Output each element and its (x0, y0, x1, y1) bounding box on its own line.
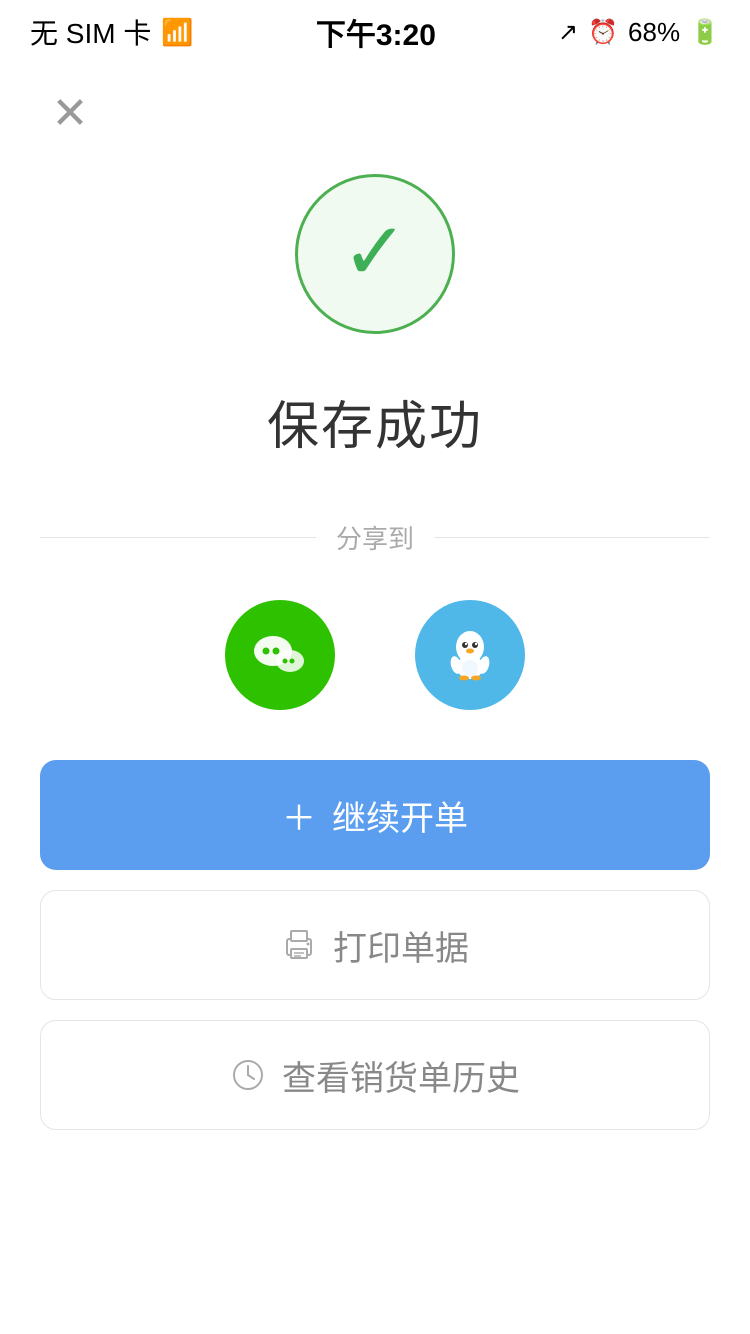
battery-icon: 🔋 (690, 18, 720, 47)
battery-text: 68% (628, 17, 680, 48)
close-icon: ✕ (52, 92, 89, 136)
status-left: 无 SIM 卡 📶 (30, 12, 194, 52)
wifi-icon: 📶 (161, 17, 193, 48)
main-content: ✕ ✓ 保存成功 分享到 (0, 64, 750, 1170)
success-title: 保存成功 (267, 384, 483, 459)
success-circle: ✓ (295, 174, 455, 334)
close-button[interactable]: ✕ (40, 84, 100, 144)
qq-share-button[interactable] (415, 600, 525, 710)
status-right: ↗ ⏰ 68% 🔋 (558, 17, 720, 48)
share-section: 分享到 (40, 519, 710, 710)
divider-right (434, 537, 710, 538)
share-label: 分享到 (316, 519, 434, 556)
print-button-label: 打印单据 (333, 921, 469, 970)
history-icon (230, 1057, 266, 1093)
print-button[interactable]: 打印单据 (40, 890, 710, 1000)
status-time: 下午3:20 (316, 10, 436, 54)
history-button[interactable]: 查看销货单历史 (40, 1020, 710, 1130)
location-icon: ↗ (558, 18, 578, 47)
share-divider: 分享到 (40, 519, 710, 556)
print-icon (281, 927, 317, 963)
plus-icon: ＋ (282, 791, 316, 840)
continue-button[interactable]: ＋ 继续开单 (40, 760, 710, 870)
continue-button-label: 继续开单 (332, 791, 468, 840)
wechat-icon (248, 623, 313, 688)
sim-text: 无 SIM 卡 (30, 12, 151, 52)
qq-icon (440, 625, 500, 685)
wechat-share-button[interactable] (225, 600, 335, 710)
alarm-icon: ⏰ (588, 18, 618, 47)
checkmark-icon: ✓ (341, 212, 408, 292)
divider-left (40, 537, 316, 538)
history-button-label: 查看销货单历史 (282, 1051, 520, 1100)
share-icons (40, 600, 710, 710)
status-bar: 无 SIM 卡 📶 下午3:20 ↗ ⏰ 68% 🔋 (0, 0, 750, 64)
action-buttons: ＋ 继续开单 打印单据 查看销货单历史 (40, 760, 710, 1130)
